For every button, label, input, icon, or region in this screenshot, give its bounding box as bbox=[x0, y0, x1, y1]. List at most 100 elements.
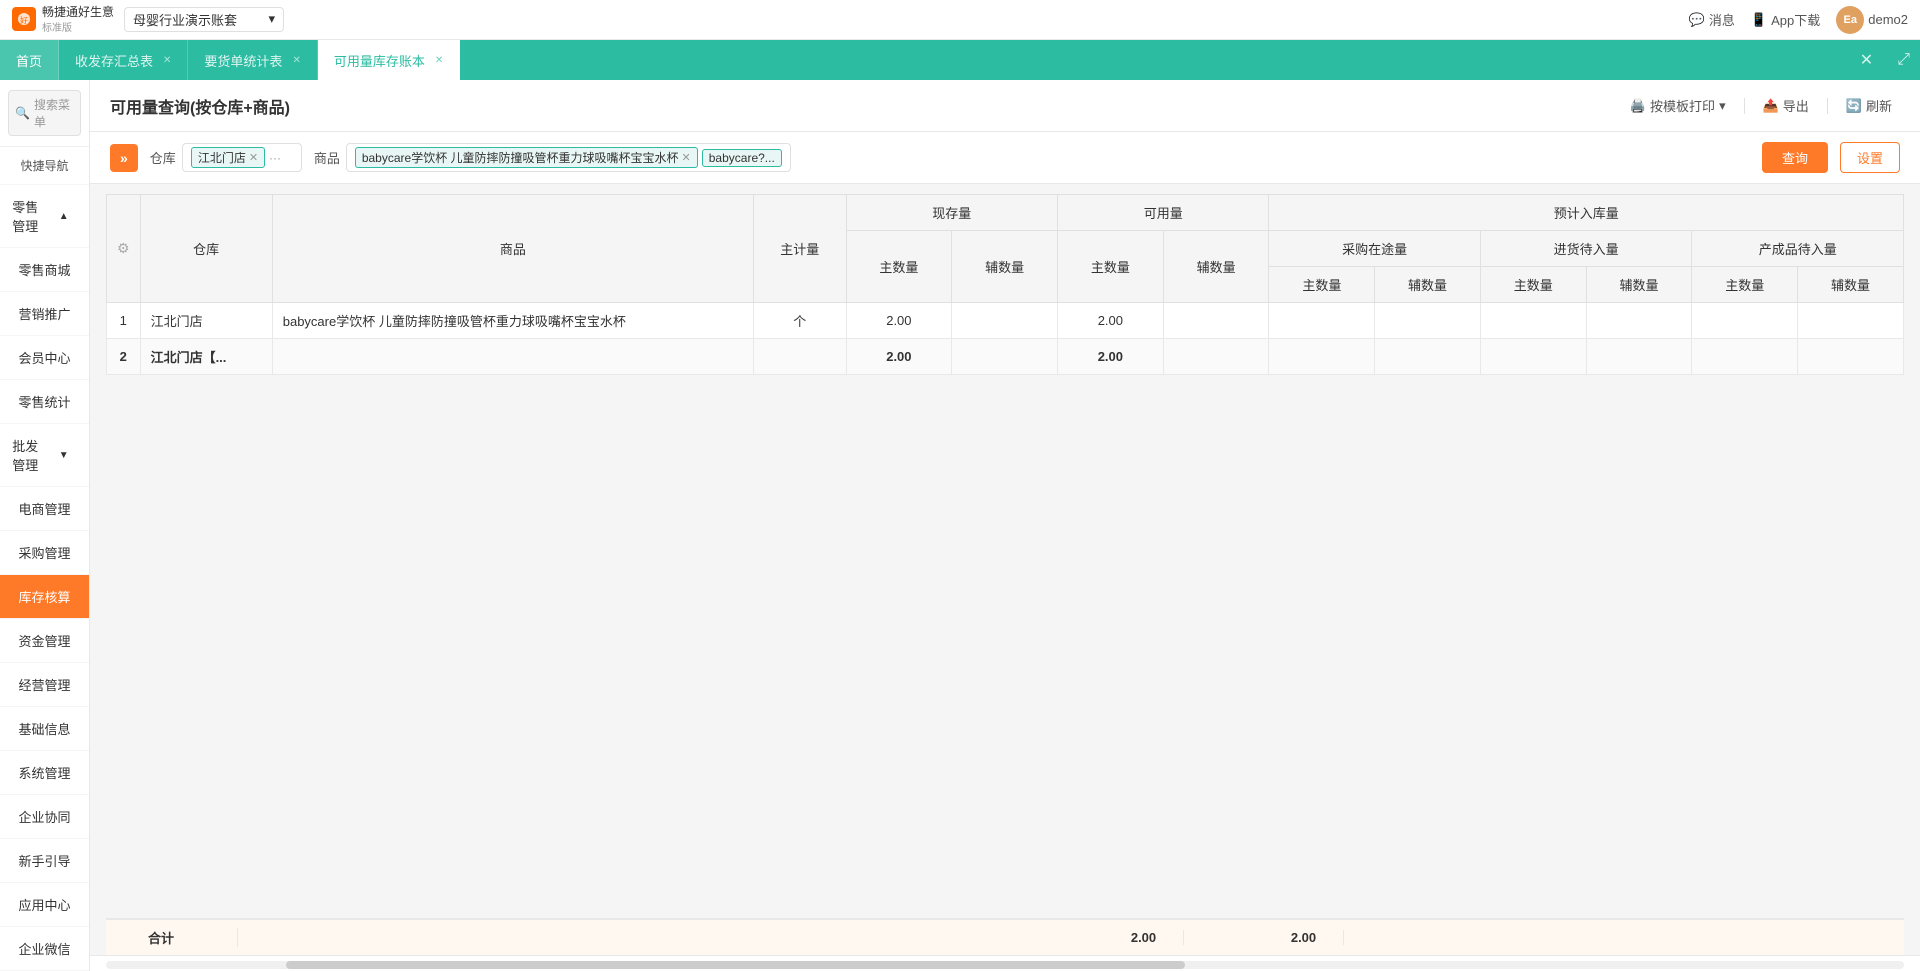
message-label: 消息 bbox=[1709, 10, 1735, 29]
row1-index: 1 bbox=[107, 303, 141, 339]
print-btn[interactable]: 🖨️ 按模板打印 ▾ bbox=[1622, 92, 1734, 119]
warehouse-tag-remove[interactable]: ✕ bbox=[249, 151, 258, 164]
sidebar-item-finance[interactable]: 资金管理 bbox=[0, 619, 89, 663]
th-finished-goods: 产成品待入量 bbox=[1692, 231, 1904, 267]
th-finished-aux: 辅数量 bbox=[1798, 267, 1904, 303]
company-select[interactable]: 母婴行业演示账套 ▾ bbox=[124, 7, 284, 32]
print-dropdown-icon: ▾ bbox=[1719, 98, 1726, 114]
product-tag-1-remove[interactable]: ✕ bbox=[682, 151, 691, 164]
th-current-stock: 现存量 bbox=[846, 195, 1057, 231]
username: demo2 bbox=[1868, 12, 1908, 27]
filter-bar: » 仓库 江北门店 ✕ ··· 商品 babycare学饮杯 儿童防摔防撞吸管杯… bbox=[90, 132, 1920, 184]
sidebar-item-inventory[interactable]: 库存核算 bbox=[0, 575, 89, 619]
sidebar-item-guide[interactable]: 新手引导 bbox=[0, 839, 89, 883]
tab-summary[interactable]: 收发存汇总表 ✕ bbox=[59, 40, 188, 80]
sidebar-item-wechat[interactable]: 企业微信 bbox=[0, 927, 89, 971]
row2-purchase-aux bbox=[1375, 339, 1481, 375]
warehouse-tag: 江北门店 ✕ bbox=[191, 147, 265, 168]
message-btn[interactable]: 💬 消息 bbox=[1689, 10, 1735, 29]
sidebar-item-retail-mall[interactable]: 零售商城 bbox=[0, 248, 89, 292]
sidebar-item-app-center[interactable]: 应用中心 bbox=[0, 883, 89, 927]
warehouse-label: 仓库 bbox=[150, 148, 176, 167]
th-current-main: 主数量 bbox=[846, 231, 952, 303]
home-tab-label: 首页 bbox=[16, 51, 42, 70]
sidebar-item-marketing[interactable]: 营销推广 bbox=[0, 292, 89, 336]
refresh-btn[interactable]: 🔄 刷新 bbox=[1838, 92, 1900, 119]
product-tag-container[interactable]: babycare学饮杯 儿童防摔防撞吸管杯重力球吸嘴杯宝宝水杯 ✕ babyca… bbox=[346, 143, 791, 172]
sidebar-item-quick-nav[interactable]: 快捷导航 bbox=[0, 147, 89, 185]
export-btn[interactable]: 📤 导出 bbox=[1755, 92, 1817, 119]
refresh-label: 刷新 bbox=[1866, 96, 1892, 115]
warehouse-filter-group: 仓库 江北门店 ✕ ··· bbox=[150, 143, 302, 172]
app-download-btn[interactable]: 📱 App下载 bbox=[1751, 10, 1820, 29]
wholesale-label: 批发管理 bbox=[8, 436, 43, 474]
sidebar-item-system[interactable]: 系统管理 bbox=[0, 751, 89, 795]
table-settings-icon[interactable]: ⚙ bbox=[117, 240, 130, 256]
row1-import-aux bbox=[1586, 303, 1692, 339]
top-bar-left: 好 畅捷通好生意 标准版 母婴行业演示账套 ▾ bbox=[12, 5, 284, 34]
row1-finished-aux bbox=[1798, 303, 1904, 339]
th-available-main: 主数量 bbox=[1057, 231, 1163, 303]
table-container: ⚙ 仓库 商品 主计量 现存量 bbox=[90, 184, 1920, 918]
tab-order-stats[interactable]: 要货单统计表 ✕ bbox=[188, 40, 317, 80]
close-available-stock-tab[interactable]: ✕ bbox=[435, 55, 443, 66]
row1-purchase-main bbox=[1269, 303, 1375, 339]
company-name: 母婴行业演示账套 bbox=[133, 10, 237, 29]
sidebar-item-operations[interactable]: 经营管理 bbox=[0, 663, 89, 707]
expand-tabs-btn[interactable]: ⤢ bbox=[1887, 51, 1920, 69]
sidebar-item-enterprise[interactable]: 企业协同 bbox=[0, 795, 89, 839]
product-tag-2: babycare?... bbox=[702, 149, 782, 167]
sidebar-item-retail-stats[interactable]: 零售统计 bbox=[0, 380, 89, 424]
row2-import-aux bbox=[1586, 339, 1692, 375]
warehouse-tag-container[interactable]: 江北门店 ✕ ··· bbox=[182, 143, 302, 172]
sidebar-item-wholesale[interactable]: 批发管理 ▼ bbox=[0, 424, 89, 487]
avatar: Ea bbox=[1836, 6, 1864, 34]
close-all-tabs-btn[interactable]: ✕ bbox=[1846, 50, 1887, 70]
sidebar-item-basic-info[interactable]: 基础信息 bbox=[0, 707, 89, 751]
row2-available-aux bbox=[1163, 339, 1269, 375]
sidebar-item-member[interactable]: 会员中心 bbox=[0, 336, 89, 380]
brand-name: 畅捷通好生意 bbox=[42, 5, 114, 19]
main-layout: 🔍 搜索菜单 快捷导航 零售管理 ▲ 零售商城 营销推广 会员中心 零售统计 批… bbox=[0, 80, 1920, 971]
product-tag-1-text: babycare学饮杯 儿童防摔防撞吸管杯重力球吸嘴杯宝宝水杯 bbox=[362, 149, 679, 166]
filter-expand-btn[interactable]: » bbox=[110, 144, 138, 172]
order-stats-tab-label: 要货单统计表 bbox=[204, 51, 282, 70]
warehouse-more-btn[interactable]: ··· bbox=[269, 151, 281, 165]
tab-home[interactable]: 首页 bbox=[0, 40, 59, 80]
purchase-label: 采购管理 bbox=[8, 543, 81, 562]
row1-unit: 个 bbox=[754, 303, 847, 339]
row2-available-main: 2.00 bbox=[1057, 339, 1163, 375]
brand-sub: 标准版 bbox=[42, 19, 114, 34]
tab-available-stock[interactable]: 可用量库存账本 ✕ bbox=[318, 40, 460, 80]
top-bar: 好 畅捷通好生意 标准版 母婴行业演示账套 ▾ 💬 消息 📱 App下载 Ea … bbox=[0, 0, 1920, 40]
sidebar-item-purchase[interactable]: 采购管理 bbox=[0, 531, 89, 575]
brand-info: 畅捷通好生意 标准版 bbox=[42, 5, 114, 34]
product-tag-1: babycare学饮杯 儿童防摔防撞吸管杯重力球吸嘴杯宝宝水杯 ✕ bbox=[355, 147, 698, 168]
user-btn[interactable]: Ea demo2 bbox=[1836, 6, 1908, 34]
th-finished-main: 主数量 bbox=[1692, 267, 1798, 303]
close-order-stats-tab[interactable]: ✕ bbox=[292, 55, 300, 66]
th-available-aux: 辅数量 bbox=[1163, 231, 1269, 303]
system-label: 系统管理 bbox=[8, 763, 81, 782]
row1-purchase-aux bbox=[1375, 303, 1481, 339]
guide-label: 新手引导 bbox=[8, 851, 81, 870]
settings-btn[interactable]: 设置 bbox=[1840, 142, 1900, 173]
scrollbar-thumb[interactable] bbox=[286, 961, 1185, 969]
row1-warehouse: 江北门店 bbox=[140, 303, 272, 339]
search-icon: 🔍 bbox=[15, 106, 30, 120]
th-forecast-in: 预计入库量 bbox=[1269, 195, 1904, 231]
nav-tabs-bar: 首页 收发存汇总表 ✕ 要货单统计表 ✕ 可用量库存账本 ✕ ✕ ⤢ bbox=[0, 40, 1920, 80]
app-download-label: App下载 bbox=[1771, 10, 1820, 29]
operations-label: 经营管理 bbox=[8, 675, 81, 694]
row2-current-main: 2.00 bbox=[846, 339, 952, 375]
sidebar-item-ecommerce[interactable]: 电商管理 bbox=[0, 487, 89, 531]
search-menu-btn[interactable]: 🔍 搜索菜单 bbox=[8, 90, 81, 136]
table-row: 2 江北门店【... 2.00 2.00 bbox=[107, 339, 1904, 375]
query-btn[interactable]: 查询 bbox=[1762, 142, 1828, 173]
export-label: 导出 bbox=[1783, 96, 1809, 115]
svg-text:好: 好 bbox=[20, 15, 28, 25]
sidebar-item-retail[interactable]: 零售管理 ▲ bbox=[0, 185, 89, 248]
close-summary-tab[interactable]: ✕ bbox=[163, 55, 171, 66]
wechat-label: 企业微信 bbox=[8, 939, 81, 958]
row1-current-aux bbox=[952, 303, 1058, 339]
